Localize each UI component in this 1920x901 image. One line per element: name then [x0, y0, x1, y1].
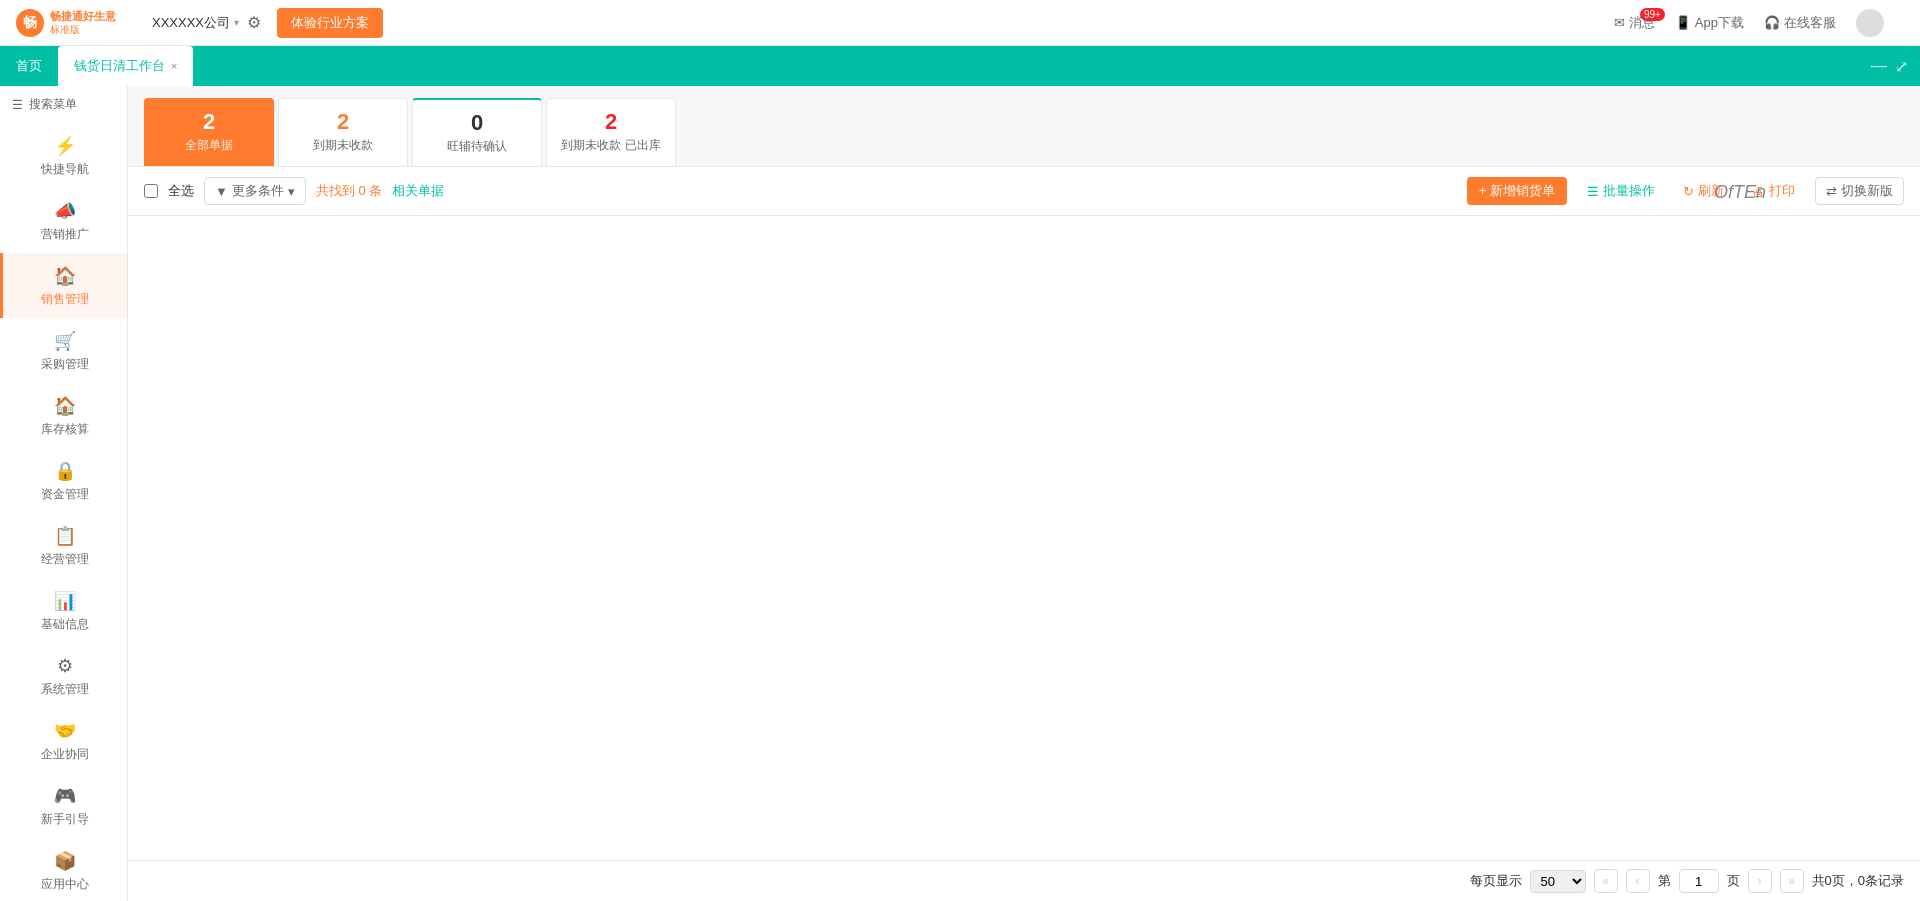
sidebar-item-sales[interactable]: 🏠 销售管理: [0, 253, 127, 318]
topbar: 畅 畅捷通好生意 标准版 XXXXXX公司 ▾ ⚙ 体验行业方案 ✉ 消息 99…: [0, 0, 1920, 46]
sidebar-item-finance[interactable]: 🔒 资金管理: [0, 448, 127, 513]
main-layout: ☰ 搜索菜单 ⚡ 快捷导航 📣 营销推广 🏠 销售管理 🛒 采购管理 🏠 库存核…: [0, 86, 1920, 901]
experience-btn[interactable]: 体验行业方案: [277, 8, 383, 38]
content-area: [128, 216, 1920, 860]
sidebar-item-newbie[interactable]: 🎮 新手引导: [0, 773, 127, 838]
refresh-icon: ↻: [1683, 184, 1694, 199]
stat-tab-all[interactable]: 2 全部单据: [144, 98, 274, 166]
finance-icon: 🔒: [54, 460, 76, 482]
select-all-checkbox[interactable]: [144, 184, 158, 198]
main-content: 2 全部单据 2 到期未收款 0 旺辅待确认 2 到期未收款 已出库 全选: [128, 86, 1920, 901]
switch-icon: ⇄: [1826, 184, 1837, 199]
often-label: OfTEn: [1714, 182, 1766, 203]
logo-icon: 畅: [16, 9, 44, 37]
company-selector[interactable]: XXXXXX公司 ▾: [152, 14, 239, 32]
search-menu[interactable]: ☰ 搜索菜单: [0, 86, 127, 123]
first-page-btn[interactable]: «: [1594, 869, 1618, 893]
more-filter-btn[interactable]: ▼ 更多条件 ▾: [204, 177, 306, 205]
settings-icon[interactable]: ⚙: [247, 13, 261, 32]
topbar-right: ✉ 消息 99+ 📱 App下载 🎧 在线客服: [1614, 9, 1904, 37]
minimize-icon[interactable]: —: [1871, 57, 1887, 75]
switch-new-version-btn[interactable]: ⇄ 切换新版: [1815, 177, 1904, 205]
filter-icon: ▼: [215, 184, 228, 199]
avatar[interactable]: [1856, 9, 1884, 37]
message-btn[interactable]: ✉ 消息 99+: [1614, 14, 1655, 32]
prev-page-btn[interactable]: ‹: [1626, 869, 1650, 893]
stat-tab-overdue[interactable]: 2 到期未收款: [278, 98, 408, 166]
basic-info-icon: 📊: [54, 590, 76, 612]
per-page-label: 每页显示: [1470, 872, 1522, 890]
headset-icon: 🎧: [1764, 15, 1780, 30]
inventory-icon: 🏠: [54, 395, 76, 417]
stats-tabs: 2 全部单据 2 到期未收款 0 旺辅待确认 2 到期未收款 已出库: [128, 86, 1920, 167]
enterprise-icon: 🤝: [54, 720, 76, 742]
maximize-icon[interactable]: ⤢: [1895, 57, 1908, 76]
stat-tab-unshipped[interactable]: 2 到期未收款 已出库: [546, 98, 676, 166]
message-icon: ✉: [1614, 15, 1625, 30]
marketing-icon: 📣: [54, 200, 76, 222]
pagination-bar: 每页显示 50 20 100 « ‹ 第 页 › » 共0页，0条记录: [128, 860, 1920, 901]
related-orders-link[interactable]: 相关单据: [392, 182, 444, 200]
batch-operation-btn[interactable]: ☰ 批量操作: [1579, 178, 1663, 204]
page-suffix: 页: [1727, 872, 1740, 890]
toolbar: 全选 ▼ 更多条件 ▾ 共找到 0 条 相关单据 + 新增销货单 ☰ 批量操作: [128, 167, 1920, 216]
last-page-btn[interactable]: »: [1780, 869, 1804, 893]
sidebar-item-operations[interactable]: 📋 经营管理: [0, 513, 127, 578]
tab-daily-work[interactable]: 钱货日清工作台 ×: [58, 46, 193, 86]
sidebar-item-quick-nav[interactable]: ⚡ 快捷导航: [0, 123, 127, 188]
chevron-down-icon: ▾: [288, 184, 295, 199]
nav-tabs-controls: — ⤢: [1871, 57, 1920, 76]
select-all-label: 全选: [168, 182, 194, 200]
search-icon: ☰: [12, 98, 23, 112]
sidebar-item-inventory[interactable]: 🏠 库存核算: [0, 383, 127, 448]
toolbar-left: 全选 ▼ 更多条件 ▾ 共找到 0 条 相关单据: [144, 177, 1455, 205]
online-service-btn[interactable]: 🎧 在线客服: [1764, 14, 1836, 32]
system-icon: ⚙: [57, 655, 73, 677]
found-count: 共找到 0 条: [316, 182, 382, 200]
app-center-icon: 📦: [54, 850, 76, 872]
sales-icon: 🏠: [54, 265, 76, 287]
batch-icon: ☰: [1587, 184, 1599, 199]
add-sales-order-btn[interactable]: + 新增销货单: [1467, 177, 1567, 205]
next-page-btn[interactable]: ›: [1748, 869, 1772, 893]
nav-tabs: 首页 钱货日清工作台 × — ⤢: [0, 46, 1920, 86]
app-download-btn[interactable]: 📱 App下载: [1675, 14, 1744, 32]
app-icon: 📱: [1675, 15, 1691, 30]
purchase-icon: 🛒: [54, 330, 76, 352]
operations-icon: 📋: [54, 525, 76, 547]
stat-tab-wangwang[interactable]: 0 旺辅待确认: [412, 98, 542, 166]
page-label: 第: [1658, 872, 1671, 890]
sidebar-item-marketing[interactable]: 📣 营销推广: [0, 188, 127, 253]
logo: 畅 畅捷通好生意 标准版: [16, 9, 144, 37]
sidebar-item-purchase[interactable]: 🛒 采购管理: [0, 318, 127, 383]
logo-text: 畅捷通好生意 标准版: [50, 9, 116, 36]
total-label: 共0页，0条记录: [1812, 872, 1904, 890]
sidebar-item-basic-info[interactable]: 📊 基础信息: [0, 578, 127, 643]
chevron-down-icon: ▾: [234, 17, 239, 28]
message-badge: 99+: [1640, 8, 1665, 21]
per-page-select[interactable]: 50 20 100: [1530, 870, 1586, 893]
page-input[interactable]: [1679, 869, 1719, 893]
newbie-icon: 🎮: [54, 785, 76, 807]
sidebar-item-enterprise[interactable]: 🤝 企业协同: [0, 708, 127, 773]
sidebar: ☰ 搜索菜单 ⚡ 快捷导航 📣 营销推广 🏠 销售管理 🛒 采购管理 🏠 库存核…: [0, 86, 128, 901]
close-tab-icon[interactable]: ×: [171, 60, 177, 72]
tab-home[interactable]: 首页: [0, 46, 58, 86]
quick-nav-icon: ⚡: [54, 135, 76, 157]
sidebar-item-system[interactable]: ⚙ 系统管理: [0, 643, 127, 708]
toolbar-right: + 新增销货单 ☰ 批量操作 ↻ 刷新 🖨 打印 ⇄ 切换新版: [1467, 177, 1904, 205]
sidebar-item-app-center[interactable]: 📦 应用中心: [0, 838, 127, 901]
